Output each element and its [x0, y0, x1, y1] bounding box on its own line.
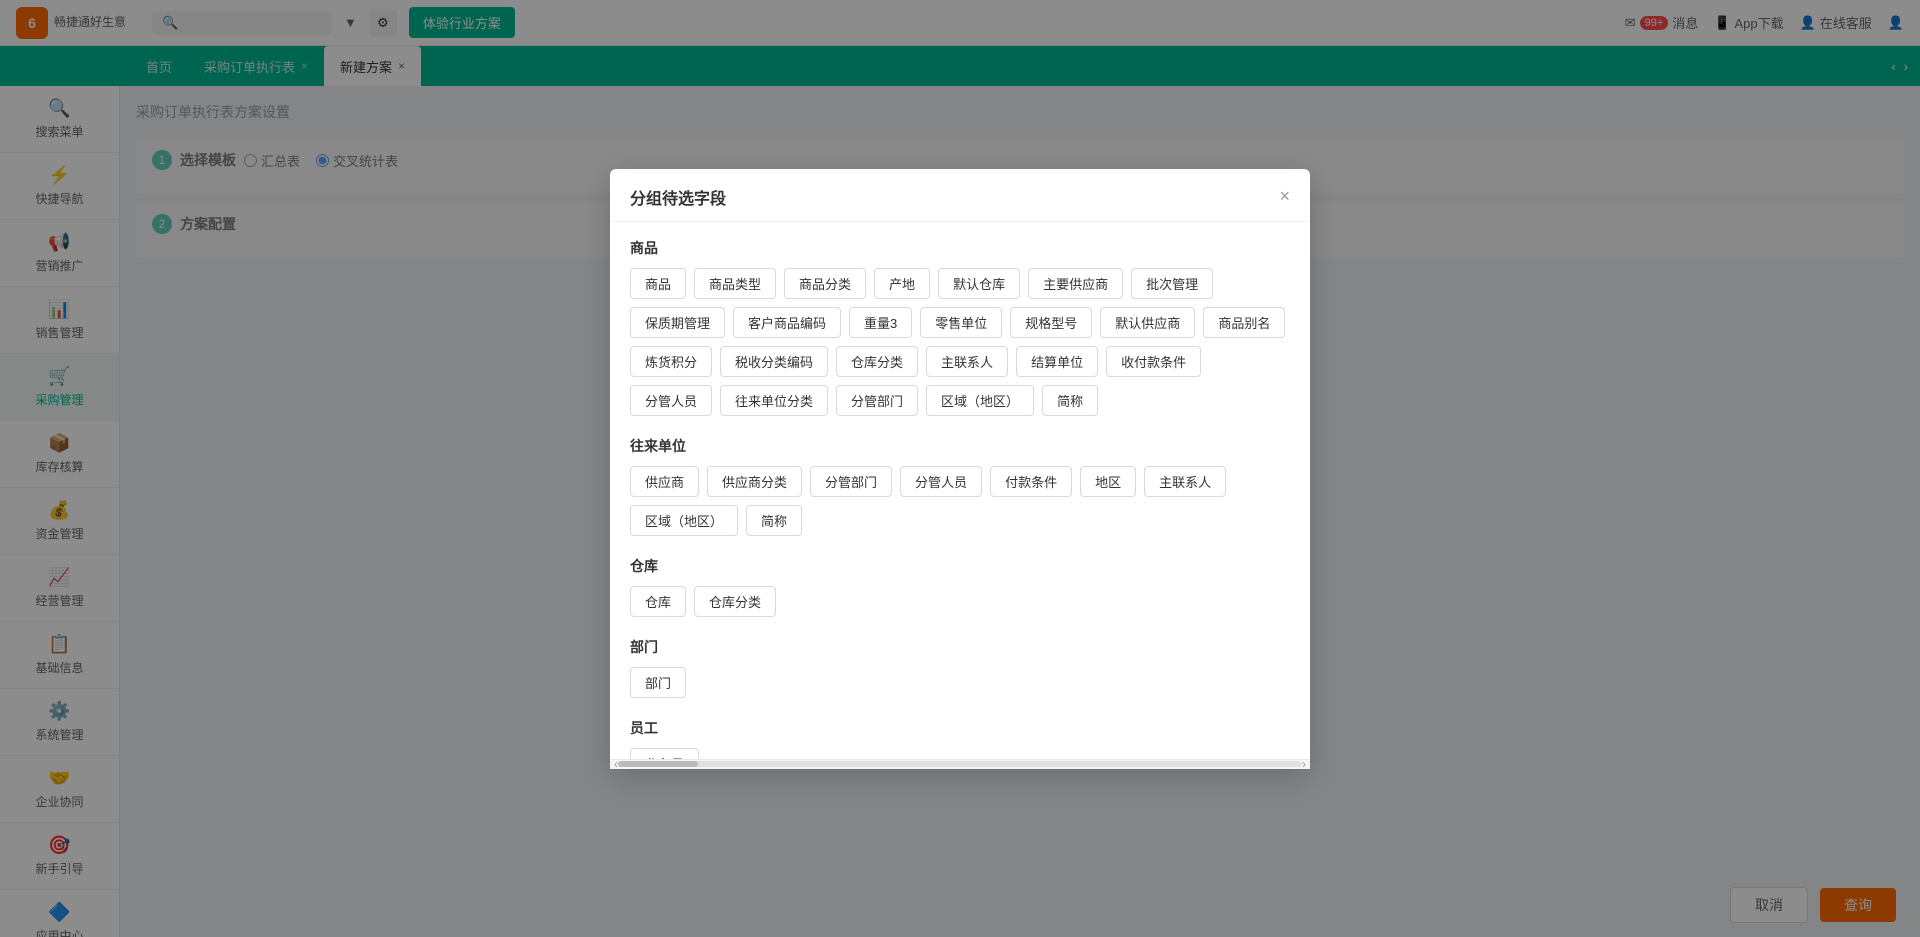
field-group-dept: 部门 部门 [630, 637, 1290, 698]
field-group-dept-title: 部门 [630, 637, 1290, 657]
modal-title: 分组待选字段 [630, 185, 726, 209]
modal-overlay: 分组待选字段 × 商品 商品 商品类型 商品分类 产地 默认仓库 主要供应商 批… [0, 0, 1920, 937]
field-tag-region[interactable]: 区域（地区） [926, 385, 1034, 416]
modal-body: 商品 商品 商品类型 商品分类 产地 默认仓库 主要供应商 批次管理 保质期管理… [610, 222, 1310, 759]
hscroll-thumb [618, 761, 698, 767]
field-tag-goods-alias[interactable]: 商品别名 [1203, 307, 1285, 338]
field-group-partner: 往来单位 供应商 供应商分类 分管部门 分管人员 付款条件 地区 主联系人 区域… [630, 436, 1290, 536]
field-tag-spec[interactable]: 规格型号 [1010, 307, 1092, 338]
modal-dialog: 分组待选字段 × 商品 商品 商品类型 商品分类 产地 默认仓库 主要供应商 批… [610, 169, 1310, 769]
field-tag-goods[interactable]: 商品 [630, 268, 686, 299]
field-tag-partner-dept[interactable]: 分管部门 [810, 466, 892, 497]
partner-tags: 供应商 供应商分类 分管部门 分管人员 付款条件 地区 主联系人 区域（地区） … [630, 466, 1290, 536]
goods-tags: 商品 商品类型 商品分类 产地 默认仓库 主要供应商 批次管理 保质期管理 客户… [630, 268, 1290, 416]
field-group-goods: 商品 商品 商品类型 商品分类 产地 默认仓库 主要供应商 批次管理 保质期管理… [630, 238, 1290, 416]
field-tag-expiry-mgmt[interactable]: 保质期管理 [630, 307, 725, 338]
field-tag-salesperson[interactable]: 业务员 [630, 748, 699, 759]
field-tag-weight3[interactable]: 重量3 [849, 307, 912, 338]
field-tag-warehouse-category[interactable]: 仓库分类 [836, 346, 918, 377]
field-tag-partner-payment[interactable]: 付款条件 [990, 466, 1072, 497]
hscroll-right-arrow[interactable]: › [1302, 757, 1306, 771]
modal-close-button[interactable]: × [1279, 186, 1290, 207]
field-tag-partner-contact[interactable]: 主联系人 [1144, 466, 1226, 497]
field-tag-partner-area[interactable]: 区域（地区） [630, 505, 738, 536]
field-group-employee: 员工 业务员 [630, 718, 1290, 759]
field-group-warehouse: 仓库 仓库 仓库分类 [630, 556, 1290, 617]
field-tag-warehouse-cat[interactable]: 仓库分类 [694, 586, 776, 617]
field-tag-goods-category[interactable]: 商品分类 [784, 268, 866, 299]
field-tag-main-contact[interactable]: 主联系人 [926, 346, 1008, 377]
field-tag-origin[interactable]: 产地 [874, 268, 930, 299]
field-tag-manager[interactable]: 分管人员 [630, 385, 712, 416]
warehouse-tags: 仓库 仓库分类 [630, 586, 1290, 617]
employee-tags: 业务员 [630, 748, 1290, 759]
field-tag-default-supplier[interactable]: 默认供应商 [1100, 307, 1195, 338]
field-tag-partner-category[interactable]: 往来单位分类 [720, 385, 828, 416]
field-tag-partner-short[interactable]: 简称 [746, 505, 802, 536]
field-group-goods-title: 商品 [630, 238, 1290, 258]
field-tag-partner-manager[interactable]: 分管人员 [900, 466, 982, 497]
field-tag-supplier[interactable]: 供应商 [630, 466, 699, 497]
field-tag-tax-code[interactable]: 税收分类编码 [720, 346, 828, 377]
field-tag-dept[interactable]: 分管部门 [836, 385, 918, 416]
modal-header: 分组待选字段 × [610, 169, 1310, 222]
field-tag-batch-mgmt[interactable]: 批次管理 [1131, 268, 1213, 299]
field-tag-short-name[interactable]: 简称 [1042, 385, 1098, 416]
dept-tags: 部门 [630, 667, 1290, 698]
modal-hscroll: ‹ › [610, 759, 1310, 769]
field-group-warehouse-title: 仓库 [630, 556, 1290, 576]
field-tag-warehouse[interactable]: 仓库 [630, 586, 686, 617]
field-tag-exchange-points[interactable]: 炼货积分 [630, 346, 712, 377]
field-tag-goods-type[interactable]: 商品类型 [694, 268, 776, 299]
field-tag-supplier-category[interactable]: 供应商分类 [707, 466, 802, 497]
field-tag-main-supplier[interactable]: 主要供应商 [1028, 268, 1123, 299]
field-tag-department[interactable]: 部门 [630, 667, 686, 698]
field-tag-payment-terms[interactable]: 收付款条件 [1106, 346, 1201, 377]
field-tag-settlement-unit[interactable]: 结算单位 [1016, 346, 1098, 377]
field-tag-retail-unit[interactable]: 零售单位 [920, 307, 1002, 338]
field-group-employee-title: 员工 [630, 718, 1290, 738]
field-tag-customer-code[interactable]: 客户商品编码 [733, 307, 841, 338]
hscroll-track [618, 761, 1302, 767]
field-tag-default-warehouse[interactable]: 默认仓库 [938, 268, 1020, 299]
field-group-partner-title: 往来单位 [630, 436, 1290, 456]
field-tag-partner-region[interactable]: 地区 [1080, 466, 1136, 497]
